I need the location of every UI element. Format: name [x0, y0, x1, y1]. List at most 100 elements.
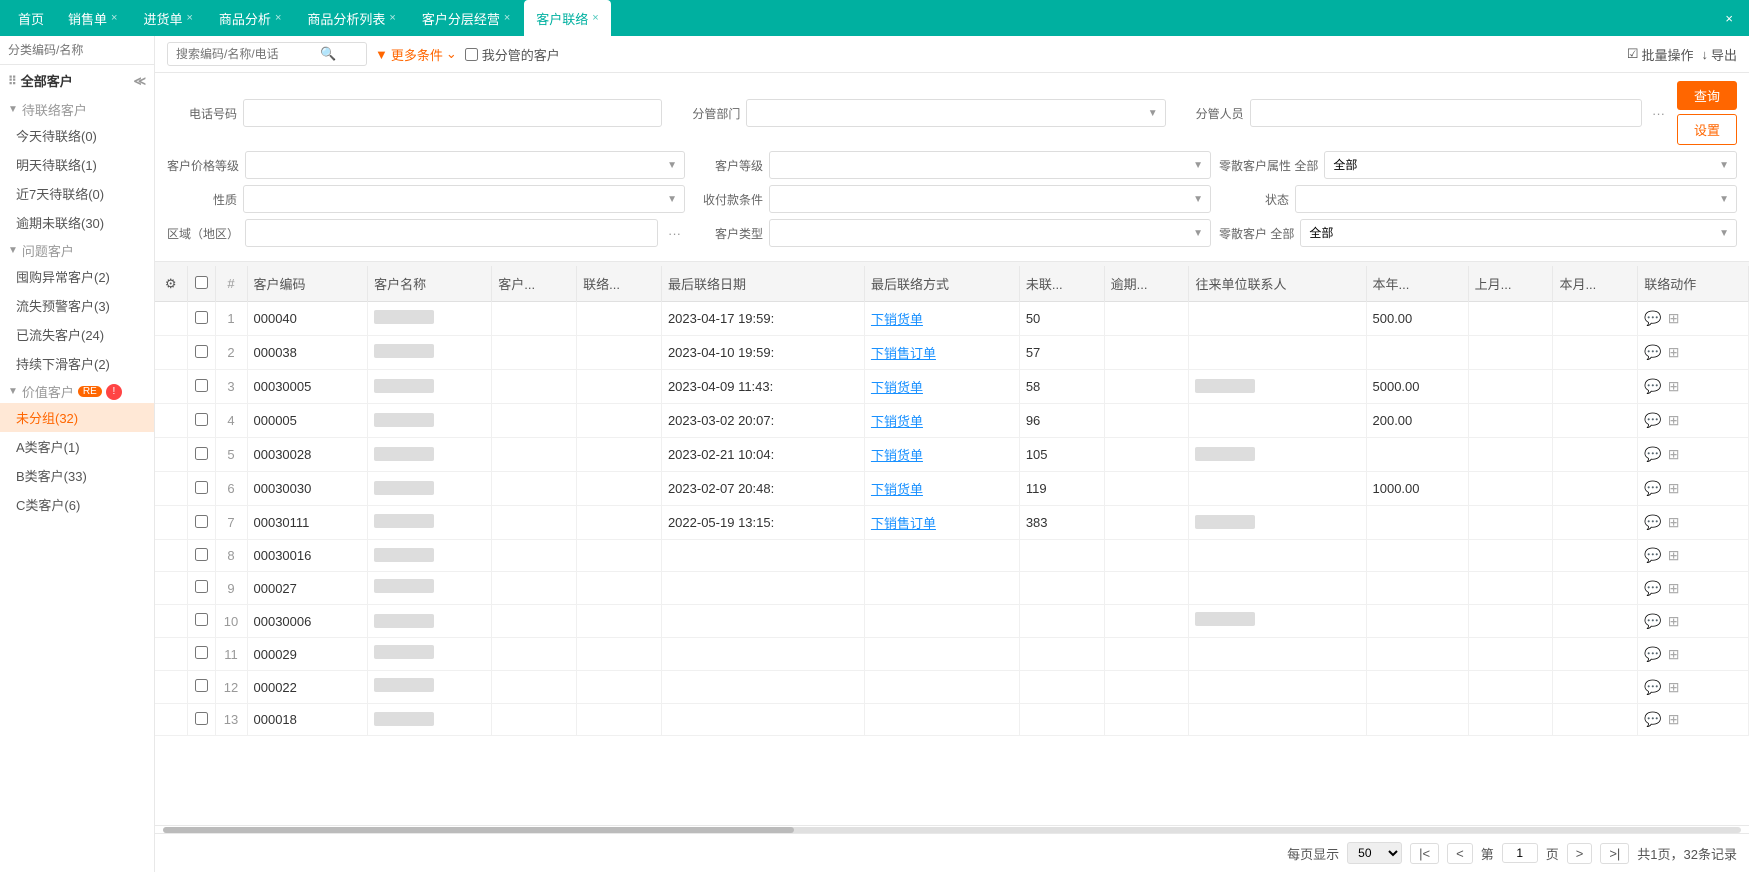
check-cell[interactable] — [187, 438, 215, 472]
status-select[interactable] — [1295, 185, 1737, 213]
collapse-icon[interactable]: ≪ — [133, 74, 146, 88]
row-checkbox[interactable] — [195, 646, 208, 659]
check-cell[interactable] — [187, 404, 215, 438]
chat-icon[interactable]: 💬 — [1644, 646, 1661, 663]
row-checkbox[interactable] — [195, 481, 208, 494]
last-method-link[interactable]: 下销售订单 — [871, 516, 936, 531]
chat-icon[interactable]: 💬 — [1644, 480, 1661, 497]
check-cell[interactable] — [187, 506, 215, 540]
this-year-column-header[interactable]: 本年... — [1366, 266, 1468, 302]
chat-icon[interactable]: 💬 — [1644, 711, 1661, 728]
last-method-link[interactable]: 下销货单 — [871, 482, 923, 497]
grid-icon[interactable]: ⊞ — [1668, 480, 1680, 497]
home-tab[interactable]: 首页 — [8, 0, 54, 36]
dept-select[interactable] — [746, 99, 1165, 127]
company-contact-column-header[interactable]: 往来单位联系人 — [1189, 266, 1366, 302]
payment-select[interactable] — [769, 185, 1211, 213]
this-month-column-header[interactable]: 本月... — [1553, 266, 1638, 302]
row-checkbox[interactable] — [195, 311, 208, 324]
more-dots-icon[interactable]: ··· — [664, 226, 685, 241]
sidebar-item-class-a[interactable]: A类客户(1) — [0, 432, 154, 461]
page-size-select[interactable]: 50 100 200 — [1347, 842, 1402, 864]
row-checkbox[interactable] — [195, 379, 208, 392]
last-method-column-header[interactable]: 最后联络方式 — [864, 266, 1019, 302]
grid-icon[interactable]: ⊞ — [1668, 378, 1680, 395]
last-method-link[interactable]: 下销售订单 — [871, 346, 936, 361]
category-column-header[interactable]: 客户... — [492, 266, 577, 302]
check-cell[interactable] — [187, 370, 215, 404]
check-cell[interactable] — [187, 605, 215, 638]
search-icon[interactable]: 🔍 — [320, 46, 336, 62]
last-method-link[interactable]: 下销货单 — [871, 448, 923, 463]
select-all-checkbox[interactable] — [195, 276, 208, 289]
chat-icon[interactable]: 💬 — [1644, 679, 1661, 696]
last-date-column-header[interactable]: 最后联络日期 — [661, 266, 864, 302]
sidebar-item-class-c[interactable]: C类客户(6) — [0, 490, 154, 519]
value-customer-group[interactable]: ▼ 价值客户 RE ! — [0, 378, 154, 403]
chat-icon[interactable]: 💬 — [1644, 580, 1661, 597]
grid-icon[interactable]: ⊞ — [1668, 711, 1680, 728]
close-all-button[interactable]: × — [1717, 11, 1741, 26]
check-cell[interactable] — [187, 336, 215, 370]
grid-icon[interactable]: ⊞ — [1668, 580, 1680, 597]
close-icon[interactable]: × — [111, 12, 117, 24]
check-cell[interactable] — [187, 302, 215, 336]
last-page-button[interactable]: >| — [1600, 843, 1629, 864]
my-customers-checkbox[interactable] — [465, 48, 478, 61]
reset-button[interactable]: 设置 — [1677, 114, 1737, 145]
query-button[interactable]: 查询 — [1677, 81, 1737, 110]
close-icon[interactable]: × — [389, 12, 395, 24]
chat-icon[interactable]: 💬 — [1644, 613, 1661, 630]
search-input[interactable] — [176, 47, 316, 61]
close-icon[interactable]: × — [504, 12, 510, 24]
sidebar-item-ungroup[interactable]: 未分组(32) — [0, 403, 154, 432]
grid-icon[interactable]: ⊞ — [1668, 613, 1680, 630]
grid-icon[interactable]: ⊞ — [1668, 446, 1680, 463]
first-page-button[interactable]: |< — [1410, 843, 1439, 864]
batch-op-button[interactable]: ☑ 批量操作 — [1627, 45, 1694, 64]
pending-contact-group[interactable]: ▼ 待联络客户 — [0, 96, 154, 121]
export-button[interactable]: ↓ 导出 — [1701, 45, 1737, 64]
price-level-select[interactable] — [245, 151, 685, 179]
row-checkbox[interactable] — [195, 515, 208, 528]
manager-input[interactable] — [1250, 99, 1642, 127]
tab-customer-contact[interactable]: 客户联络 × — [524, 0, 610, 36]
tab-sales[interactable]: 销售单 × — [56, 0, 129, 36]
all-customers-header[interactable]: ⠿ 全部客户 ≪ — [0, 65, 154, 96]
sidebar-item-declining[interactable]: 持续下滑客户(2) — [0, 349, 154, 378]
row-checkbox[interactable] — [195, 712, 208, 725]
sidebar-item-overdue-pending[interactable]: 逾期未联络(30) — [0, 208, 154, 237]
close-icon[interactable]: × — [275, 12, 281, 24]
name-column-header[interactable]: 客户名称 — [368, 266, 492, 302]
last-method-link[interactable]: 下销货单 — [871, 414, 923, 429]
last-method-link[interactable]: 下销货单 — [871, 380, 923, 395]
check-column-header[interactable] — [187, 266, 215, 302]
chat-icon[interactable]: 💬 — [1644, 344, 1661, 361]
customer-level-select[interactable] — [769, 151, 1211, 179]
grid-icon[interactable]: ⊞ — [1668, 412, 1680, 429]
tab-product-analysis[interactable]: 商品分析 × — [207, 0, 293, 36]
sidebar-item-abnormal[interactable]: 囤购异常客户(2) — [0, 262, 154, 291]
sidebar-item-tomorrow-pending[interactable]: 明天待联络(1) — [0, 150, 154, 179]
retail-attr-select[interactable]: 全部 — [1324, 151, 1737, 179]
row-checkbox[interactable] — [195, 613, 208, 626]
sidebar-item-today-pending[interactable]: 今天待联络(0) — [0, 121, 154, 150]
tab-product-analysis-list[interactable]: 商品分析列表 × — [295, 0, 407, 36]
grid-icon[interactable]: ⊞ — [1668, 679, 1680, 696]
grid-icon[interactable]: ⊞ — [1668, 646, 1680, 663]
check-cell[interactable] — [187, 704, 215, 736]
row-checkbox[interactable] — [195, 413, 208, 426]
last-month-column-header[interactable]: 上月... — [1468, 266, 1553, 302]
chat-icon[interactable]: 💬 — [1644, 310, 1661, 327]
row-checkbox[interactable] — [195, 580, 208, 593]
sidebar-item-class-b[interactable]: B类客户(33) — [0, 461, 154, 490]
phone-input[interactable] — [243, 99, 662, 127]
code-column-header[interactable]: 客户编码 — [247, 266, 368, 302]
sidebar-item-7day-pending[interactable]: 近7天待联络(0) — [0, 179, 154, 208]
check-cell[interactable] — [187, 540, 215, 572]
check-cell[interactable] — [187, 572, 215, 605]
tab-purchase[interactable]: 进货单 × — [131, 0, 204, 36]
sidebar-search-input[interactable] — [8, 43, 155, 57]
chat-icon[interactable]: 💬 — [1644, 378, 1661, 395]
check-cell[interactable] — [187, 671, 215, 704]
